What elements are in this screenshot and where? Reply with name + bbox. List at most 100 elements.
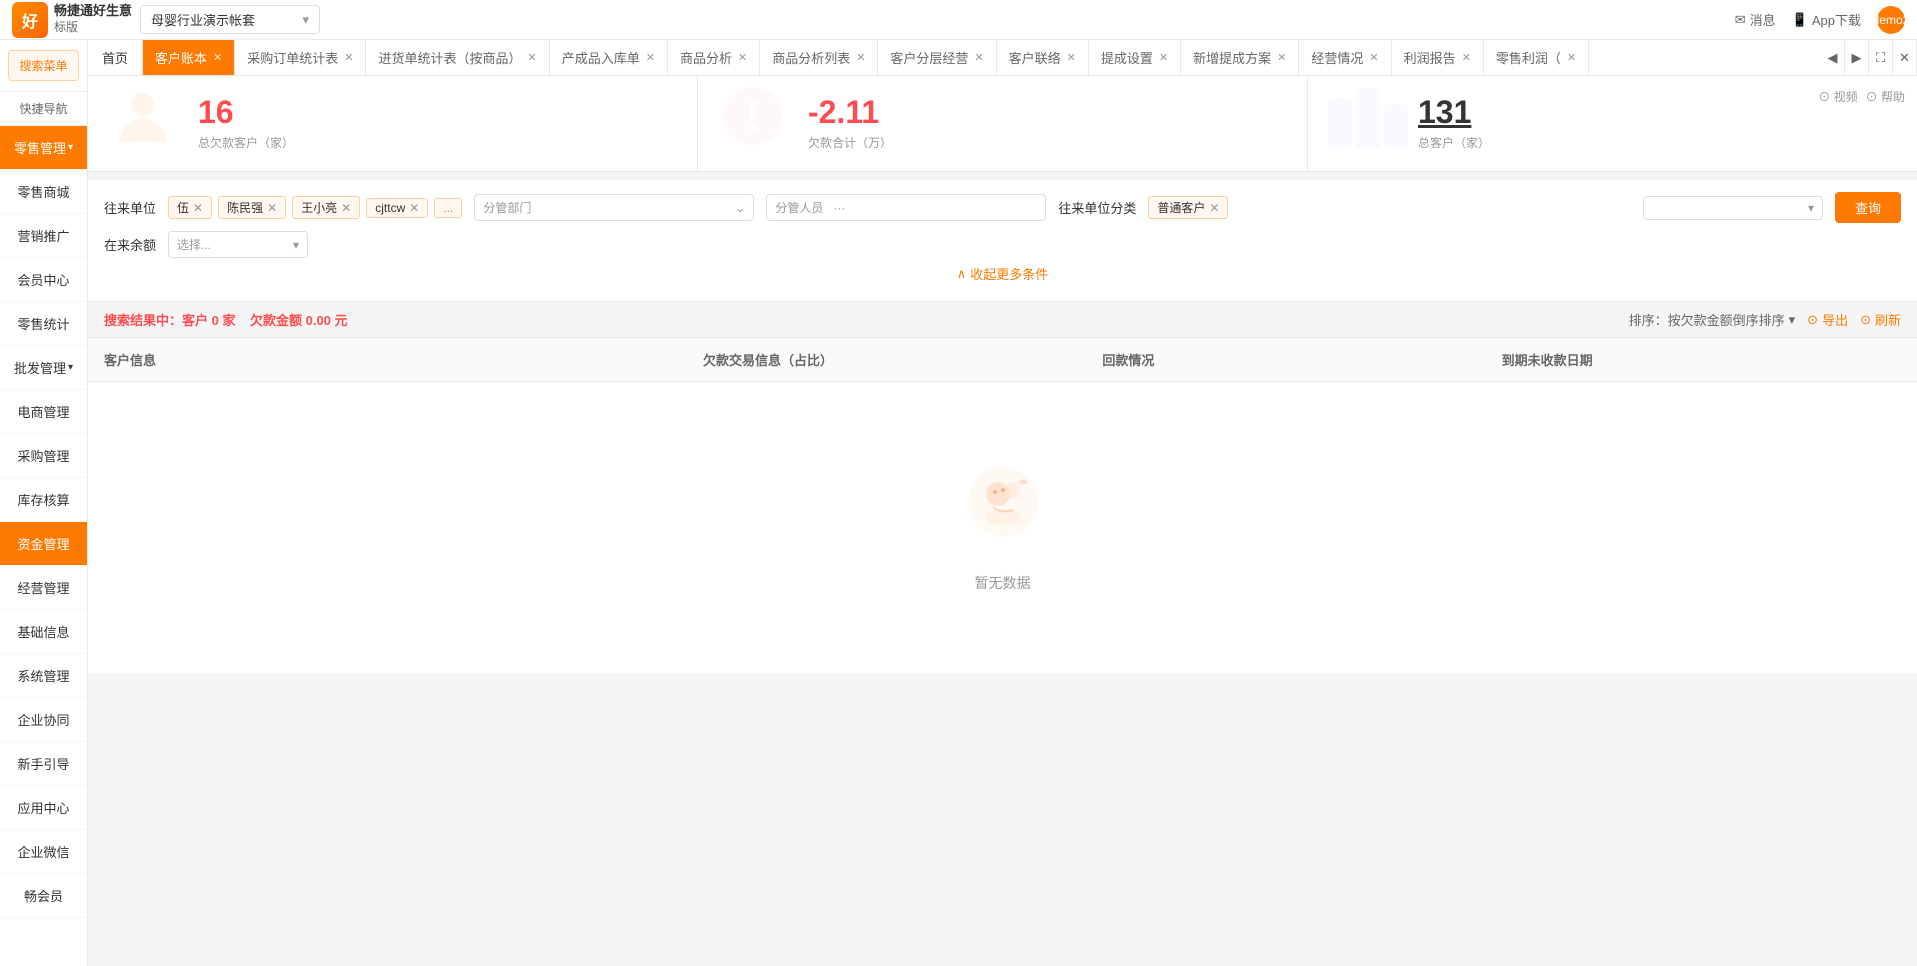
message-icon: ✉ bbox=[1735, 12, 1746, 28]
close-tab-retail-profit[interactable]: ✕ bbox=[1567, 51, 1576, 64]
filter-tag-more[interactable]: ... bbox=[434, 198, 462, 218]
tab-scroll-right[interactable]: ▶ bbox=[1845, 40, 1869, 76]
tab-customer-contact[interactable]: 客户联络 ✕ bbox=[997, 40, 1089, 76]
remainder-select[interactable]: 选择... ▾ bbox=[168, 231, 308, 258]
logo-icon: 好 bbox=[12, 2, 48, 38]
stat-info-customers: 16 总欠款客户（家） bbox=[198, 96, 294, 151]
refresh-button[interactable]: ⊙ 刷新 bbox=[1860, 310, 1901, 329]
sidebar-item-system[interactable]: 系统管理 bbox=[0, 654, 87, 698]
tab-goods-stats[interactable]: 进货单统计表（按商品） ✕ bbox=[366, 40, 549, 76]
filter-row-1: 往来单位 伍 ✕ 陈民强 ✕ 王小亮 ✕ bbox=[104, 192, 1901, 223]
dept-select[interactable]: 分管部门 ⌄ bbox=[474, 194, 754, 221]
filter-tag-wang: 王小亮 ✕ bbox=[292, 196, 360, 219]
tab-goods-analysis-list[interactable]: 商品分析列表 ✕ bbox=[760, 40, 878, 76]
remove-tag-chen[interactable]: ✕ bbox=[267, 201, 277, 215]
app-download-button[interactable]: 📱 App下载 bbox=[1792, 10, 1861, 29]
message-button[interactable]: ✉ 消息 bbox=[1735, 10, 1776, 29]
filter-tag-chen: 陈民强 ✕ bbox=[218, 196, 286, 219]
collapse-button[interactable]: ∧ 收起更多条件 bbox=[104, 258, 1901, 289]
tab-bar-end: ◀ ▶ ⛶ ✕ bbox=[1821, 40, 1917, 76]
sidebar-item-ecommerce[interactable]: 电商管理 bbox=[0, 390, 87, 434]
query-button[interactable]: 查询 bbox=[1835, 192, 1901, 223]
filter-tag-wang-text: 王小亮 bbox=[301, 199, 337, 216]
close-tab-goods-stats[interactable]: ✕ bbox=[528, 51, 537, 64]
sidebar-item-member[interactable]: 畅会员 bbox=[0, 874, 87, 918]
close-tab-production[interactable]: ✕ bbox=[646, 51, 655, 64]
filter-tag-wu-text: 伍 bbox=[177, 199, 189, 216]
stat-card-total: 131 总客户（家） ⊙ 视频 ⊙ 帮助 bbox=[1308, 76, 1917, 171]
sidebar-item-retail-mall[interactable]: 零售商城 bbox=[0, 170, 87, 214]
close-tab-customer-contact[interactable]: ✕ bbox=[1067, 51, 1076, 64]
dept-select-arrow: ⌄ bbox=[735, 201, 745, 215]
person-select[interactable]: 分管人员 ··· bbox=[766, 194, 1046, 221]
tab-close-all[interactable]: ✕ bbox=[1893, 40, 1917, 76]
tab-commission-settings[interactable]: 提成设置 ✕ bbox=[1089, 40, 1181, 76]
quick-nav-button[interactable]: 快捷导航 bbox=[0, 92, 87, 126]
tab-scroll-left[interactable]: ◀ bbox=[1821, 40, 1845, 76]
sidebar-item-basic-info[interactable]: 基础信息 bbox=[0, 610, 87, 654]
close-tab-goods-analysis[interactable]: ✕ bbox=[738, 51, 747, 64]
filter-tag-cj: cjttcw ✕ bbox=[366, 198, 428, 218]
export-icon: ⊙ bbox=[1807, 312, 1818, 328]
close-tab-purchase-stats[interactable]: ✕ bbox=[344, 51, 353, 64]
sidebar-item-retail-management[interactable]: 零售管理 ▾ bbox=[0, 126, 87, 170]
sidebar-item-member-center[interactable]: 会员中心 bbox=[0, 258, 87, 302]
tab-production[interactable]: 产成品入库单 ✕ bbox=[550, 40, 668, 76]
sidebar-item-wholesale[interactable]: 批发管理 ▾ bbox=[0, 346, 87, 390]
stat-label-total: 总客户（家） bbox=[1418, 134, 1490, 151]
tab-purchase-stats[interactable]: 采购订单统计表 ✕ bbox=[235, 40, 366, 76]
avatar[interactable]: demo2 bbox=[1877, 6, 1905, 34]
close-tab-new-commission[interactable]: ✕ bbox=[1277, 51, 1286, 64]
result-actions: 排序：按欠款金额倒序排序 ▾ ⊙ 导出 ⊙ 刷新 bbox=[1629, 310, 1901, 329]
close-tab-business[interactable]: ✕ bbox=[1369, 51, 1378, 64]
table-container: 客户信息 欠款交易信息（占比） 回款情况 到期未收款日期 bbox=[88, 338, 1917, 673]
store-selector[interactable]: 母婴行业演示帐套 ▾ bbox=[140, 5, 320, 34]
sidebar-item-wechat[interactable]: 企业微信 bbox=[0, 830, 87, 874]
top-bar-left: 好 畅捷通好生意 标版 母婴行业演示帐套 ▾ bbox=[12, 2, 320, 38]
close-tab-commission[interactable]: ✕ bbox=[1159, 51, 1168, 64]
video-help-button[interactable]: ⊙ 视频 bbox=[1818, 88, 1857, 105]
sidebar-search: 搜索菜单 bbox=[0, 40, 87, 92]
tab-new-commission[interactable]: 新增提成方案 ✕ bbox=[1181, 40, 1299, 76]
close-tab-customer-layer[interactable]: ✕ bbox=[974, 51, 983, 64]
help-button[interactable]: ⊙ 帮助 bbox=[1866, 88, 1905, 105]
chevron-up-icon: ∧ bbox=[957, 266, 967, 282]
logo-text: 畅捷通好生意 标版 bbox=[54, 3, 132, 35]
close-tab-customer-ledger[interactable]: ✕ bbox=[213, 51, 222, 64]
category-dropdown[interactable]: ▾ bbox=[1643, 196, 1823, 220]
export-button[interactable]: ⊙ 导出 bbox=[1807, 310, 1848, 329]
remainder-filter-label: 在来余额 bbox=[104, 235, 156, 254]
sidebar-item-purchase[interactable]: 采购管理 bbox=[0, 434, 87, 478]
sidebar-item-operations[interactable]: 经营管理 bbox=[0, 566, 87, 610]
sidebar-item-app-center[interactable]: 应用中心 bbox=[0, 786, 87, 830]
tab-retail-profit[interactable]: 零售利润（ ✕ bbox=[1484, 40, 1589, 76]
main-layout: 搜索菜单 快捷导航 零售管理 ▾ 零售商城 营销推广 会员中心 零售统计 批发管… bbox=[0, 40, 1917, 966]
stat-label-amount: 欠款合计（万） bbox=[808, 134, 892, 151]
stat-number-amount: -2.11 bbox=[808, 96, 892, 128]
remove-tag-cj[interactable]: ✕ bbox=[409, 201, 419, 215]
sort-button[interactable]: 排序：按欠款金额倒序排序 ▾ bbox=[1629, 310, 1796, 329]
filter-row-2: 在来余额 选择... ▾ bbox=[104, 231, 1901, 258]
tab-business[interactable]: 经营情况 ✕ bbox=[1299, 40, 1391, 76]
empty-text: 暂无数据 bbox=[975, 573, 1031, 593]
page-content: 16 总欠款客户（家） -2.11 欠款合计（万） bbox=[88, 76, 1917, 966]
tab-customer-ledger[interactable]: 客户账本 ✕ bbox=[143, 40, 235, 76]
sidebar-item-finance[interactable]: 资金管理 bbox=[0, 522, 87, 566]
remove-tag-normal[interactable]: ✕ bbox=[1209, 201, 1219, 215]
sidebar-item-enterprise[interactable]: 企业协同 bbox=[0, 698, 87, 742]
tab-home[interactable]: 首页 bbox=[88, 40, 143, 76]
tab-goods-analysis[interactable]: 商品分析 ✕ bbox=[668, 40, 760, 76]
sidebar-item-guide[interactable]: 新手引导 bbox=[0, 742, 87, 786]
tab-maximize[interactable]: ⛶ bbox=[1869, 40, 1893, 76]
sidebar-item-marketing[interactable]: 营销推广 bbox=[0, 214, 87, 258]
close-tab-goods-analysis-list[interactable]: ✕ bbox=[856, 51, 865, 64]
remove-tag-wang[interactable]: ✕ bbox=[341, 201, 351, 215]
tab-customer-layer[interactable]: 客户分层经营 ✕ bbox=[878, 40, 996, 76]
sidebar-item-retail-stats[interactable]: 零售统计 bbox=[0, 302, 87, 346]
stat-card-amount: -2.11 欠款合计（万） bbox=[698, 76, 1308, 171]
sidebar-item-inventory[interactable]: 库存核算 bbox=[0, 478, 87, 522]
remove-tag-wu[interactable]: ✕ bbox=[193, 201, 203, 215]
tab-profit-report[interactable]: 利润报告 ✕ bbox=[1392, 40, 1484, 76]
close-tab-profit-report[interactable]: ✕ bbox=[1462, 51, 1471, 64]
search-menu-button[interactable]: 搜索菜单 bbox=[8, 50, 79, 81]
